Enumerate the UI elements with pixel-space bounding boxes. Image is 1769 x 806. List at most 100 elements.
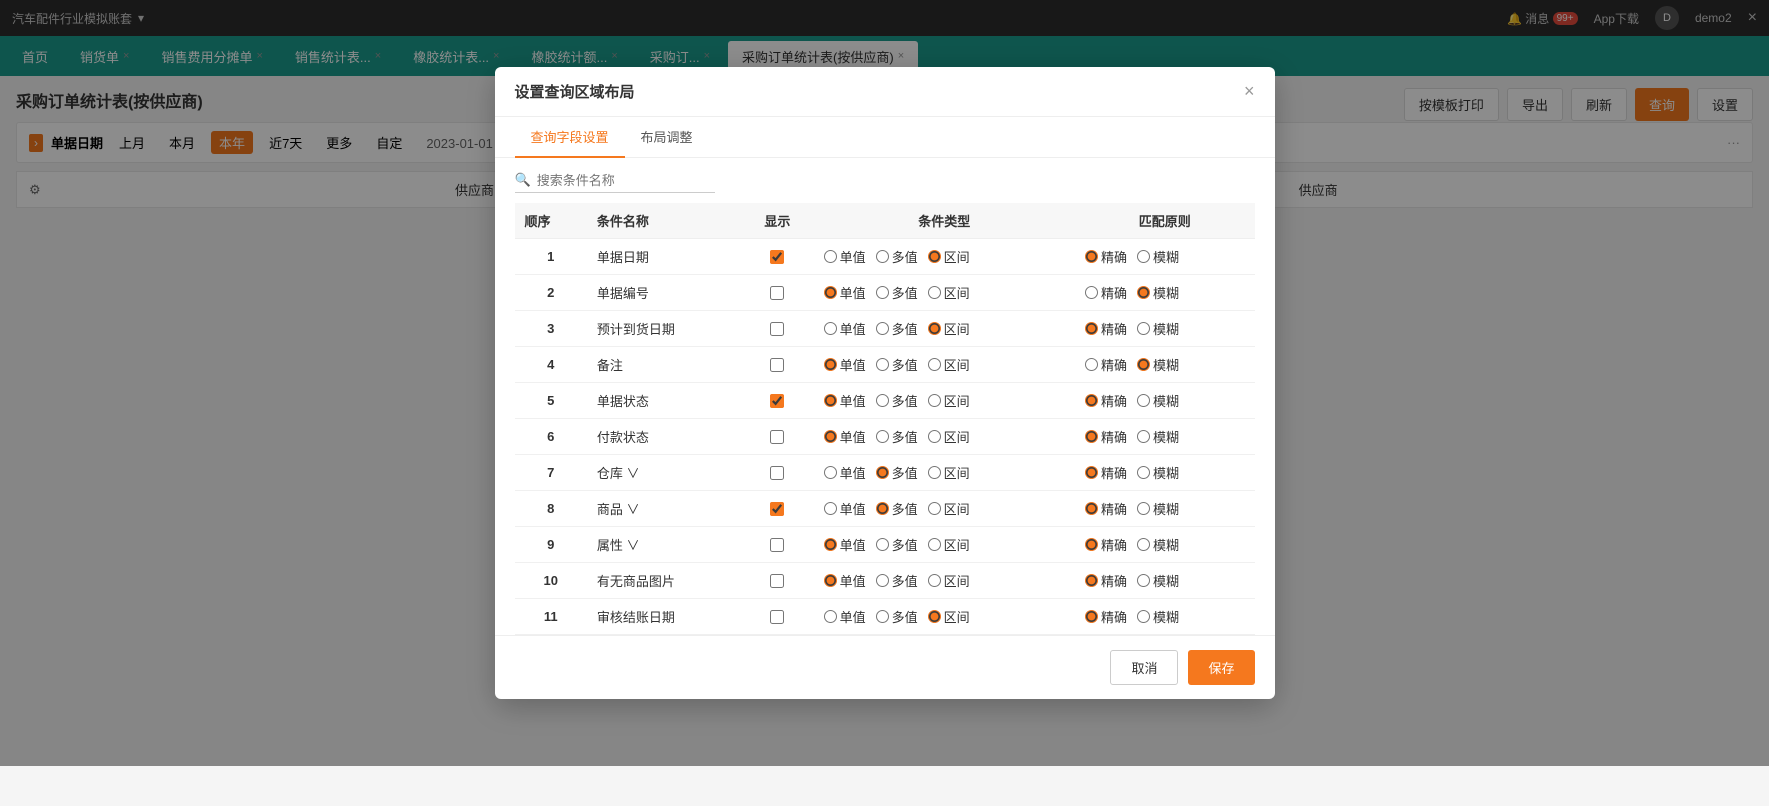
display-checkbox[interactable] — [770, 250, 784, 264]
type-radio-item[interactable]: 多值 — [876, 391, 918, 410]
display-checkbox[interactable] — [770, 502, 784, 516]
match-radio-item[interactable]: 精确 — [1085, 355, 1127, 374]
condition-name: 审核结账日期 — [587, 599, 741, 635]
condition-type-cell: 单值多值区间 — [814, 275, 1075, 311]
match-radio-item[interactable]: 模糊 — [1137, 355, 1179, 374]
display-checkbox[interactable] — [770, 466, 784, 480]
display-checkbox-cell — [741, 599, 813, 635]
display-checkbox[interactable] — [770, 538, 784, 552]
tab-layout-adjust[interactable]: 布局调整 — [625, 117, 709, 158]
type-radio-item[interactable]: 多值 — [876, 463, 918, 482]
condition-name: 单据编号 — [587, 275, 741, 311]
table-row: 5单据状态单值多值区间精确模糊 — [515, 383, 1255, 419]
type-radio-item[interactable]: 区间 — [928, 571, 970, 590]
condition-type-cell: 单值多值区间 — [814, 419, 1075, 455]
match-radio-item[interactable]: 精确 — [1085, 463, 1127, 482]
type-radio-item[interactable]: 区间 — [928, 463, 970, 482]
match-radio-item[interactable]: 模糊 — [1137, 499, 1179, 518]
match-radio-item[interactable]: 模糊 — [1137, 247, 1179, 266]
match-radio-item[interactable]: 模糊 — [1137, 463, 1179, 482]
match-radio-item[interactable]: 精确 — [1085, 247, 1127, 266]
match-radio-item[interactable]: 模糊 — [1137, 535, 1179, 554]
display-checkbox-cell — [741, 455, 813, 491]
type-radio-item[interactable]: 单值 — [824, 319, 866, 338]
match-radio-item[interactable]: 精确 — [1085, 283, 1127, 302]
type-radio-item[interactable]: 区间 — [928, 607, 970, 626]
type-radio-item[interactable]: 多值 — [876, 571, 918, 590]
row-number: 5 — [515, 383, 587, 419]
type-radio-item[interactable]: 单值 — [824, 463, 866, 482]
type-radio-item[interactable]: 区间 — [928, 535, 970, 554]
match-radio-item[interactable]: 模糊 — [1137, 283, 1179, 302]
type-radio-item[interactable]: 区间 — [928, 283, 970, 302]
type-radio-item[interactable]: 区间 — [928, 499, 970, 518]
match-radio-item[interactable]: 精确 — [1085, 535, 1127, 554]
condition-type-cell: 单值多值区间 — [814, 527, 1075, 563]
type-radio-item[interactable]: 单值 — [824, 247, 866, 266]
display-checkbox[interactable] — [770, 574, 784, 588]
match-radio-item[interactable]: 精确 — [1085, 499, 1127, 518]
type-radio-item[interactable]: 单值 — [824, 283, 866, 302]
match-principle-cell: 精确模糊 — [1075, 599, 1255, 635]
condition-type-cell: 单值多值区间 — [814, 311, 1075, 347]
type-radio-item[interactable]: 单值 — [824, 571, 866, 590]
table-row: 3预计到货日期单值多值区间精确模糊 — [515, 311, 1255, 347]
display-checkbox[interactable] — [770, 322, 784, 336]
table-row: 2单据编号单值多值区间精确模糊 — [515, 275, 1255, 311]
match-principle-cell: 精确模糊 — [1075, 347, 1255, 383]
table-row: 4备注单值多值区间精确模糊 — [515, 347, 1255, 383]
type-radio-item[interactable]: 单值 — [824, 535, 866, 554]
type-radio-item[interactable]: 区间 — [928, 391, 970, 410]
type-radio-item[interactable]: 单值 — [824, 355, 866, 374]
cancel-button[interactable]: 取消 — [1110, 650, 1178, 685]
type-radio-item[interactable]: 多值 — [876, 355, 918, 374]
type-radio-item[interactable]: 单值 — [824, 607, 866, 626]
type-radio-item[interactable]: 多值 — [876, 499, 918, 518]
type-radio-item[interactable]: 多值 — [876, 607, 918, 626]
match-radio-item[interactable]: 精确 — [1085, 427, 1127, 446]
match-radio-item[interactable]: 精确 — [1085, 391, 1127, 410]
type-radio-item[interactable]: 单值 — [824, 427, 866, 446]
type-radio-item[interactable]: 多值 — [876, 247, 918, 266]
tab-query-fields[interactable]: 查询字段设置 — [515, 117, 625, 158]
match-radio-item[interactable]: 模糊 — [1137, 571, 1179, 590]
display-checkbox[interactable] — [770, 430, 784, 444]
condition-type-cell: 单值多值区间 — [814, 383, 1075, 419]
tab-layout-adjust-label: 布局调整 — [641, 130, 693, 145]
condition-name: 仓库 ∨ — [587, 455, 741, 491]
type-radio-item[interactable]: 区间 — [928, 247, 970, 266]
display-checkbox[interactable] — [770, 286, 784, 300]
search-input[interactable] — [537, 173, 697, 188]
condition-type-cell: 单值多值区间 — [814, 599, 1075, 635]
condition-name: 预计到货日期 — [587, 311, 741, 347]
match-radio-item[interactable]: 模糊 — [1137, 391, 1179, 410]
type-radio-item[interactable]: 多值 — [876, 535, 918, 554]
table-row: 11审核结账日期单值多值区间精确模糊 — [515, 599, 1255, 635]
type-radio-item[interactable]: 多值 — [876, 319, 918, 338]
row-number: 9 — [515, 527, 587, 563]
type-radio-item[interactable]: 单值 — [824, 391, 866, 410]
type-radio-item[interactable]: 区间 — [928, 319, 970, 338]
match-radio-item[interactable]: 模糊 — [1137, 319, 1179, 338]
dialog-close-button[interactable]: × — [1244, 81, 1255, 102]
condition-type-cell: 单值多值区间 — [814, 563, 1075, 599]
type-radio-item[interactable]: 多值 — [876, 427, 918, 446]
type-radio-item[interactable]: 单值 — [824, 499, 866, 518]
display-checkbox[interactable] — [770, 394, 784, 408]
match-radio-item[interactable]: 精确 — [1085, 607, 1127, 626]
match-radio-item[interactable]: 模糊 — [1137, 427, 1179, 446]
match-radio-item[interactable]: 模糊 — [1137, 607, 1179, 626]
display-checkbox[interactable] — [770, 610, 784, 624]
table-row: 7仓库 ∨单值多值区间精确模糊 — [515, 455, 1255, 491]
row-number: 1 — [515, 239, 587, 275]
match-radio-item[interactable]: 精确 — [1085, 571, 1127, 590]
type-radio-item[interactable]: 区间 — [928, 355, 970, 374]
row-number: 4 — [515, 347, 587, 383]
table-row: 6付款状态单值多值区间精确模糊 — [515, 419, 1255, 455]
display-checkbox[interactable] — [770, 358, 784, 372]
type-radio-item[interactable]: 区间 — [928, 427, 970, 446]
row-number: 8 — [515, 491, 587, 527]
save-button[interactable]: 保存 — [1188, 650, 1254, 685]
match-radio-item[interactable]: 精确 — [1085, 319, 1127, 338]
type-radio-item[interactable]: 多值 — [876, 283, 918, 302]
